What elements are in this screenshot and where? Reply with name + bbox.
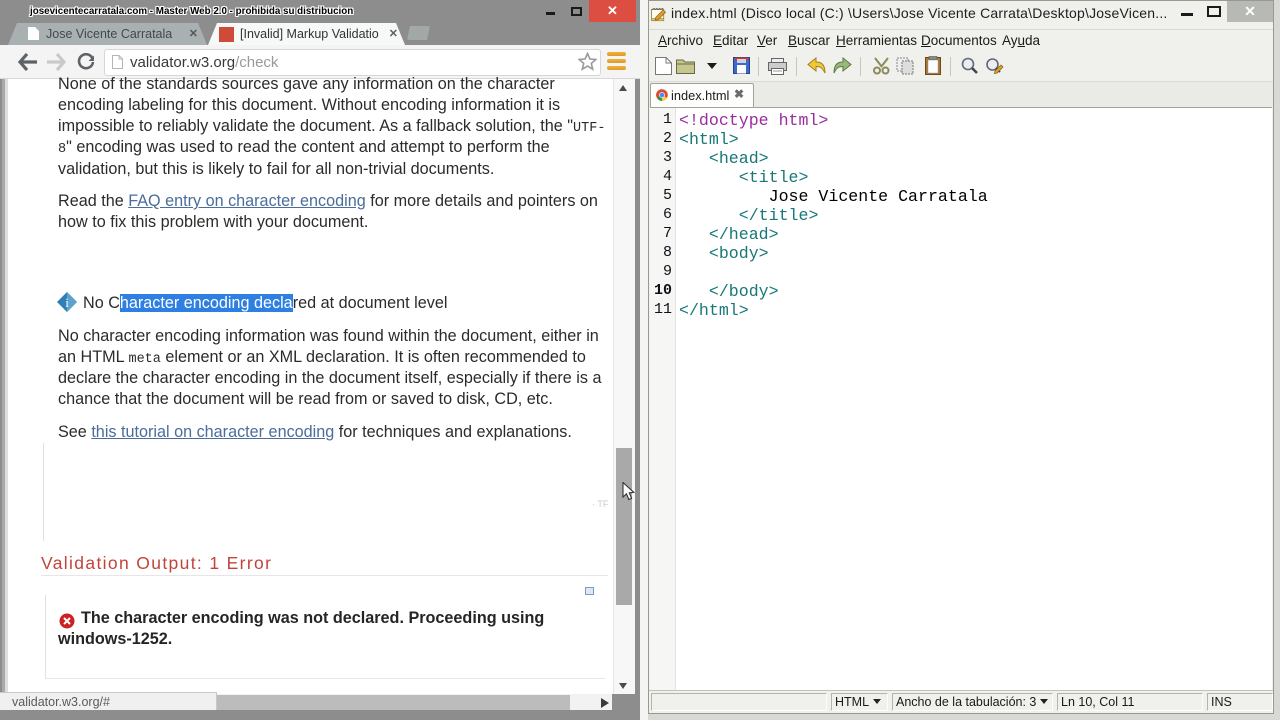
svg-text:i: i [65, 295, 69, 310]
